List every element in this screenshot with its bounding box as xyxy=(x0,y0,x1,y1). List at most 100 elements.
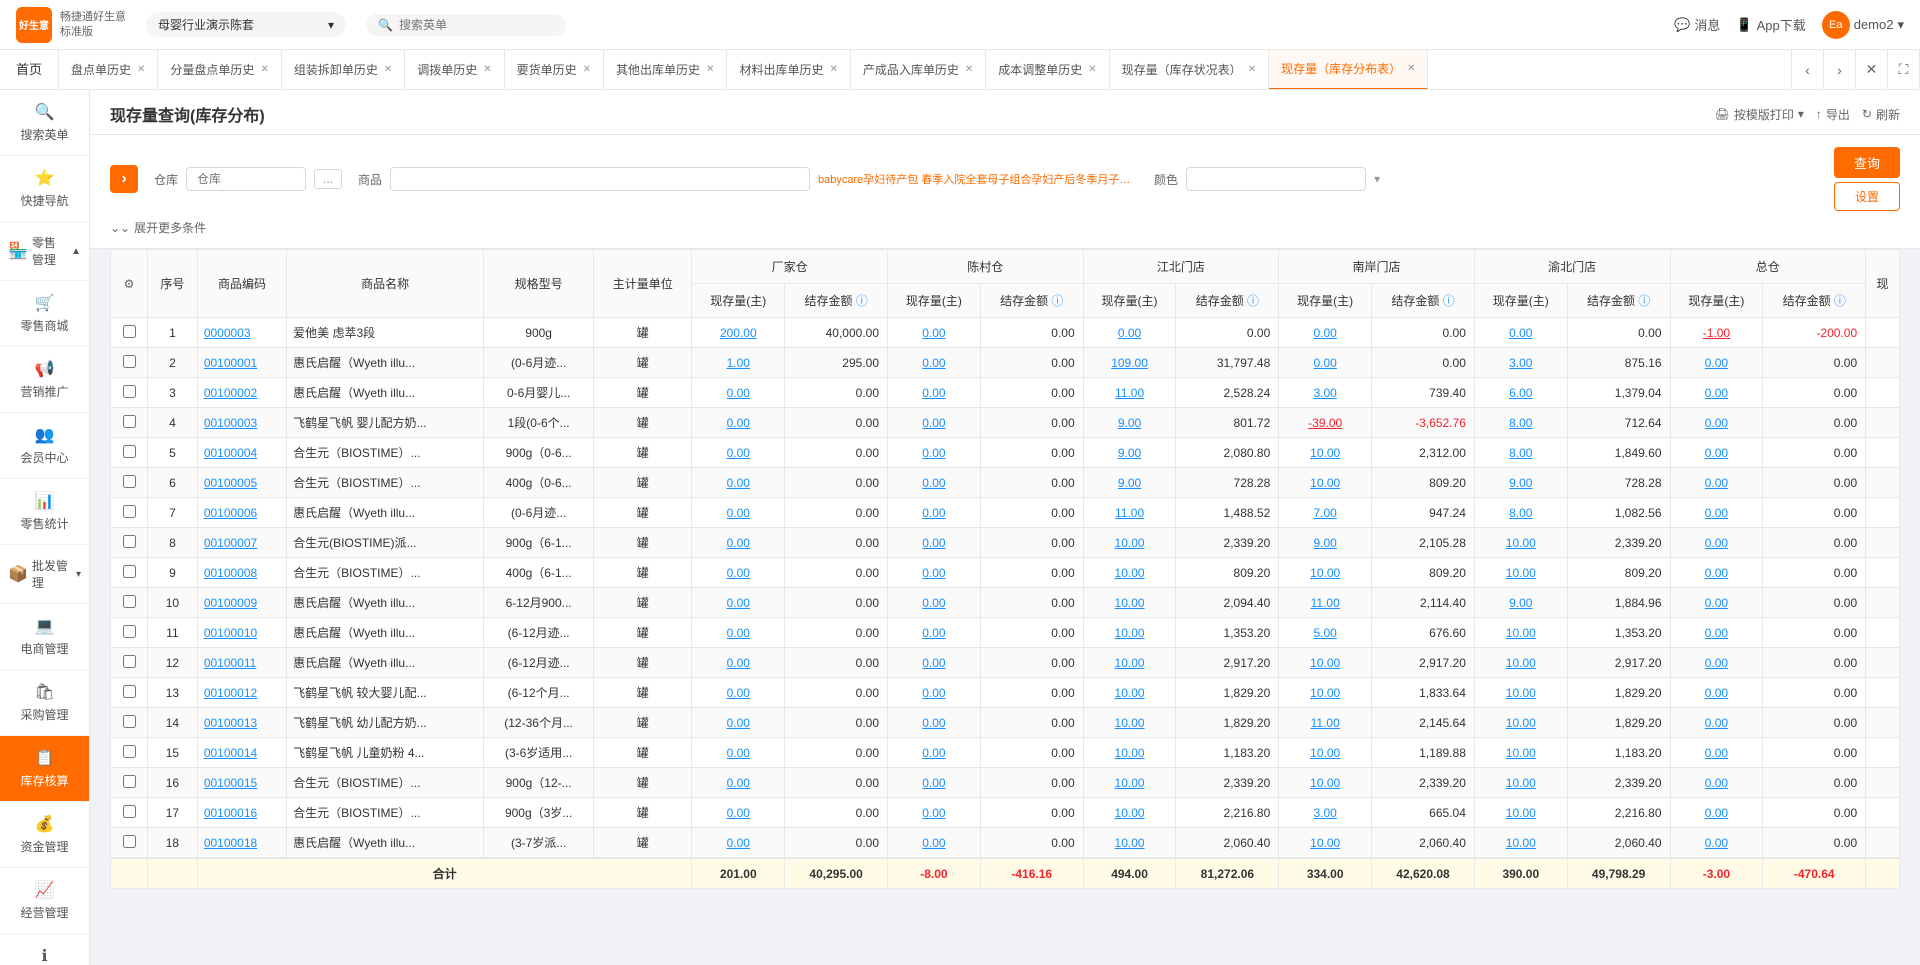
tab-prev-btn[interactable]: ‹ xyxy=(1792,50,1824,90)
cell-total-stock[interactable]: 0.00 xyxy=(1670,768,1763,798)
print-btn[interactable]: 🖨 按模版打印 ▾ xyxy=(1715,106,1804,123)
sidebar-item-search[interactable]: 🔍 搜索英单 xyxy=(0,90,89,156)
cell-total-stock[interactable]: 0.00 xyxy=(1670,798,1763,828)
cell-total-stock[interactable]: 0.00 xyxy=(1670,438,1763,468)
warehouse-input[interactable] xyxy=(186,167,306,191)
cell-total-stock[interactable]: 0.00 xyxy=(1670,558,1763,588)
cell-checkbox[interactable] xyxy=(111,348,148,378)
tab-7[interactable]: 材料出库单历史 ✕ xyxy=(727,50,850,90)
tab-close-8[interactable]: ✕ xyxy=(965,50,973,90)
tab-close-7[interactable]: ✕ xyxy=(829,50,837,90)
sidebar-item-finance[interactable]: 💰 资金管理 xyxy=(0,802,89,868)
cell-total-stock[interactable]: 0.00 xyxy=(1670,408,1763,438)
cell-total-stock[interactable]: 0.00 xyxy=(1670,708,1763,738)
cell-w5-stock[interactable]: 10.00 xyxy=(1474,708,1567,738)
cell-checkbox[interactable] xyxy=(111,498,148,528)
tab-close-4[interactable]: ✕ xyxy=(483,50,491,90)
cell-checkbox[interactable] xyxy=(111,408,148,438)
tab-next-btn[interactable]: › xyxy=(1824,50,1856,90)
tab-close-1[interactable]: ✕ xyxy=(137,50,145,90)
cell-total-stock[interactable]: 0.00 xyxy=(1670,828,1763,859)
cell-w4-stock[interactable]: 5.00 xyxy=(1279,618,1372,648)
tab-4[interactable]: 调拨单历史 ✕ xyxy=(405,50,504,90)
tab-home[interactable]: 首页 xyxy=(0,50,59,90)
cell-w5-stock[interactable]: 10.00 xyxy=(1474,678,1567,708)
cell-w3-stock[interactable]: 10.00 xyxy=(1083,678,1176,708)
cell-checkbox[interactable] xyxy=(111,558,148,588)
sidebar-item-retail-stats[interactable]: 📊 零售统计 xyxy=(0,479,89,545)
cell-total-stock[interactable]: 0.00 xyxy=(1670,588,1763,618)
cell-w2-stock[interactable]: 0.00 xyxy=(888,408,981,438)
tab-close-5[interactable]: ✕ xyxy=(583,50,591,90)
cell-code[interactable]: 00100015 xyxy=(197,768,286,798)
cell-w1-stock[interactable]: 200.00 xyxy=(692,318,785,348)
tab-10[interactable]: 现存量（库存状况表） ✕ xyxy=(1110,50,1269,90)
tab-2[interactable]: 分量盘点单历史 ✕ xyxy=(158,50,281,90)
tab-9[interactable]: 成本调整单历史 ✕ xyxy=(986,50,1109,90)
cell-w5-stock[interactable]: 0.00 xyxy=(1474,318,1567,348)
sidebar-item-operations[interactable]: 📈 经营管理 xyxy=(0,868,89,934)
cell-checkbox[interactable] xyxy=(111,738,148,768)
messages-btn[interactable]: 💬 消息 xyxy=(1674,15,1720,34)
cell-checkbox[interactable] xyxy=(111,588,148,618)
cell-total-stock[interactable]: 0.00 xyxy=(1670,498,1763,528)
cell-total-stock[interactable]: 0.00 xyxy=(1670,378,1763,408)
cell-w2-stock[interactable]: 0.00 xyxy=(888,348,981,378)
cell-w4-stock[interactable]: 3.00 xyxy=(1279,798,1372,828)
cell-code[interactable]: 00100009 xyxy=(197,588,286,618)
cell-w2-stock[interactable]: 0.00 xyxy=(888,558,981,588)
cell-checkbox[interactable] xyxy=(111,438,148,468)
sidebar-item-wholesale[interactable]: 📦 批发管理 ▾ xyxy=(0,545,89,604)
cell-w3-stock[interactable]: 11.00 xyxy=(1083,498,1176,528)
cell-w2-stock[interactable]: 0.00 xyxy=(888,378,981,408)
cell-w2-stock[interactable]: 0.00 xyxy=(888,528,981,558)
tab-close-9[interactable]: ✕ xyxy=(1088,50,1096,90)
cell-w1-stock[interactable]: 0.00 xyxy=(692,798,785,828)
cell-w5-stock[interactable]: 10.00 xyxy=(1474,558,1567,588)
cell-checkbox[interactable] xyxy=(111,468,148,498)
cell-w1-stock[interactable]: 0.00 xyxy=(692,588,785,618)
cell-w1-stock[interactable]: 0.00 xyxy=(692,378,785,408)
tab-close-all-btn[interactable]: ✕ xyxy=(1856,50,1888,90)
cell-w5-stock[interactable]: 8.00 xyxy=(1474,408,1567,438)
cell-code[interactable]: 00100003 xyxy=(197,408,286,438)
cell-w1-stock[interactable]: 1.00 xyxy=(692,348,785,378)
tab-8[interactable]: 产成品入库单历史 ✕ xyxy=(851,50,986,90)
cell-w3-stock[interactable]: 9.00 xyxy=(1083,468,1176,498)
cell-w1-stock[interactable]: 0.00 xyxy=(692,438,785,468)
sidebar-item-marketing[interactable]: 📢 营销推广 xyxy=(0,347,89,413)
sidebar-item-purchase[interactable]: 🛍 采购管理 xyxy=(0,670,89,736)
tab-close-11[interactable]: ✕ xyxy=(1407,50,1415,89)
cell-code[interactable]: 00100005 xyxy=(197,468,286,498)
cell-w2-stock[interactable]: 0.00 xyxy=(888,438,981,468)
cell-checkbox[interactable] xyxy=(111,618,148,648)
cell-w5-stock[interactable]: 3.00 xyxy=(1474,348,1567,378)
sidebar-item-nav[interactable]: ⭐ 快捷导航 xyxy=(0,156,89,222)
cell-w4-stock[interactable]: 10.00 xyxy=(1279,768,1372,798)
cell-w2-stock[interactable]: 0.00 xyxy=(888,738,981,768)
cell-checkbox[interactable] xyxy=(111,648,148,678)
tab-3[interactable]: 组装拆卸单历史 ✕ xyxy=(282,50,405,90)
cell-w3-stock[interactable]: 10.00 xyxy=(1083,648,1176,678)
th-settings[interactable]: ⚙ xyxy=(111,250,148,318)
demo-selector[interactable]: 母婴行业演示陈套 ▾ xyxy=(146,12,346,37)
cell-w2-stock[interactable]: 0.00 xyxy=(888,498,981,528)
cell-w5-stock[interactable]: 10.00 xyxy=(1474,768,1567,798)
cell-w5-stock[interactable]: 8.00 xyxy=(1474,498,1567,528)
cell-w3-stock[interactable]: 10.00 xyxy=(1083,738,1176,768)
tab-close-10[interactable]: ✕ xyxy=(1248,50,1256,90)
cell-checkbox[interactable] xyxy=(111,798,148,828)
cell-code[interactable]: 0000003 xyxy=(197,318,286,348)
tab-close-6[interactable]: ✕ xyxy=(706,50,714,90)
cell-w4-stock[interactable]: 10.00 xyxy=(1279,678,1372,708)
cell-w4-stock[interactable]: 10.00 xyxy=(1279,828,1372,859)
cell-code[interactable]: 00100008 xyxy=(197,558,286,588)
cell-w1-stock[interactable]: 0.00 xyxy=(692,648,785,678)
sidebar-item-basic-info[interactable]: ℹ 基础信息 xyxy=(0,934,89,965)
cell-w4-stock[interactable]: 0.00 xyxy=(1279,348,1372,378)
cell-w3-stock[interactable]: 11.00 xyxy=(1083,378,1176,408)
cell-total-stock[interactable]: 0.00 xyxy=(1670,528,1763,558)
tab-6[interactable]: 其他出库单历史 ✕ xyxy=(604,50,727,90)
sidebar-item-retail-mall[interactable]: 🛒 零售商城 xyxy=(0,281,89,347)
cell-w4-stock[interactable]: 11.00 xyxy=(1279,588,1372,618)
